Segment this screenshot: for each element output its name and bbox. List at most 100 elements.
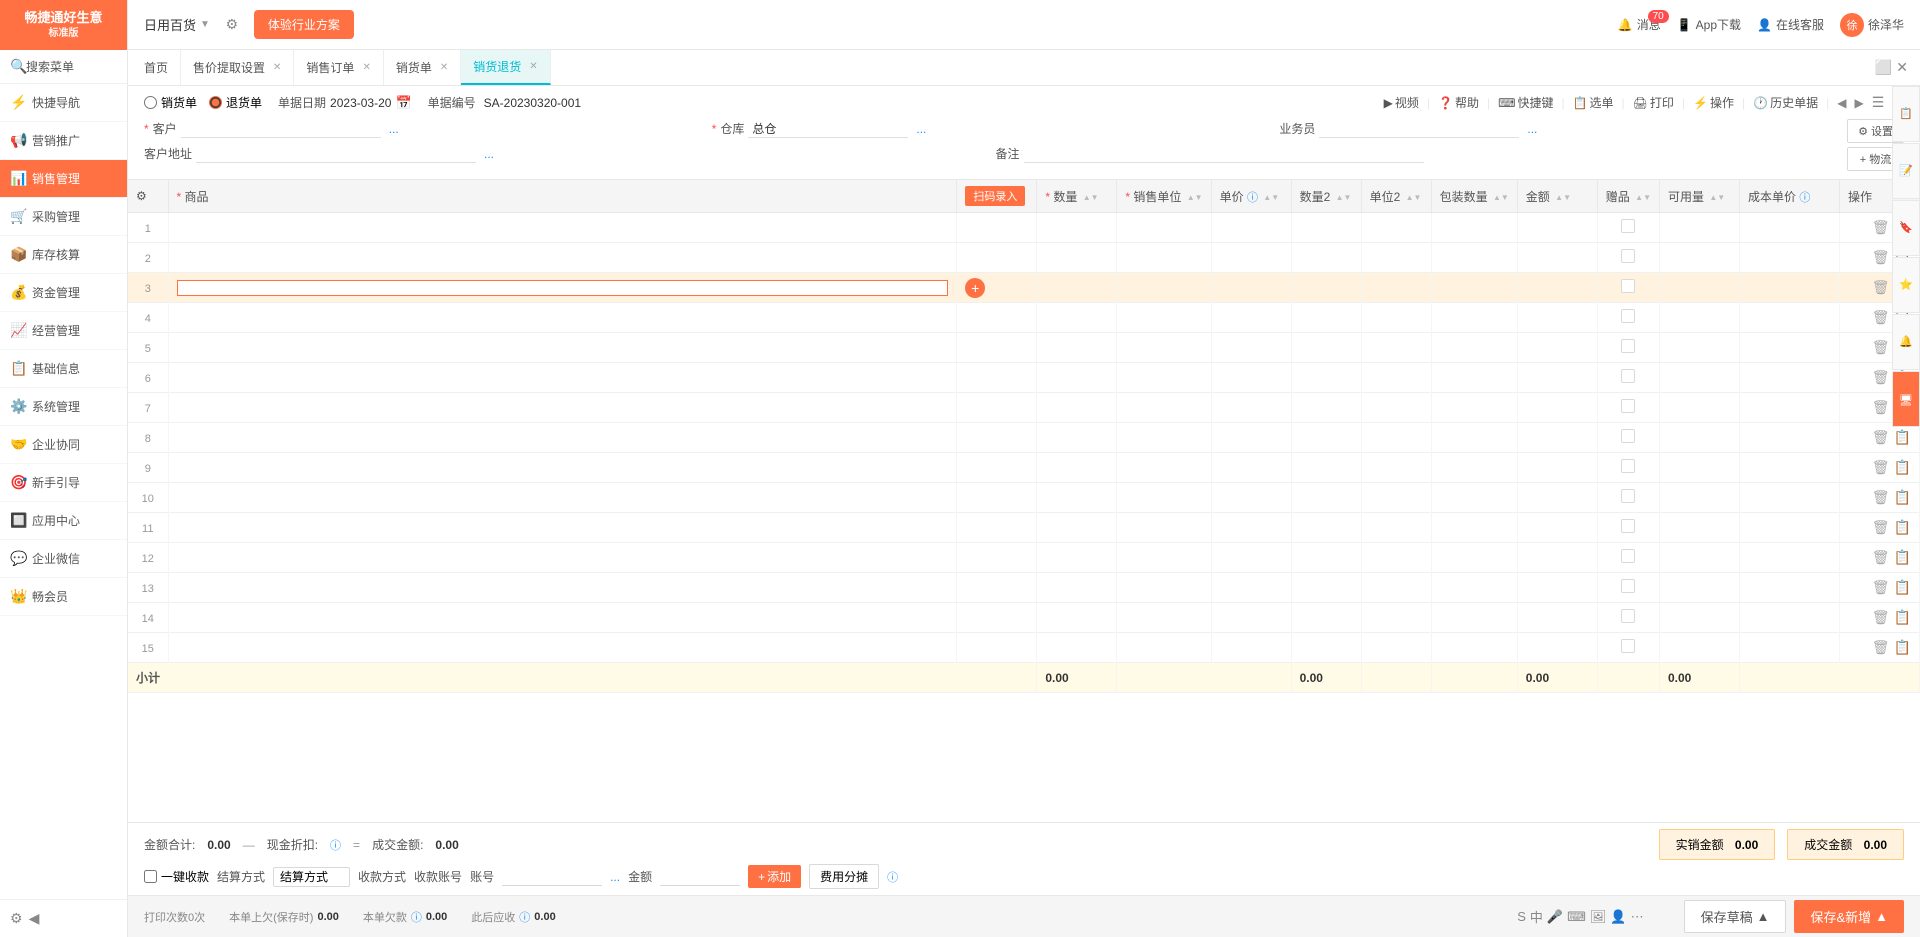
goods-input-15[interactable]: [177, 641, 949, 655]
row-available-cell[interactable]: [1660, 303, 1740, 333]
print-btn[interactable]: 🖨 打印: [1633, 94, 1674, 111]
qty-input-5[interactable]: [1045, 341, 1108, 355]
tab-close-price-extract[interactable]: ✕: [273, 62, 281, 73]
customer-input[interactable]: [181, 119, 381, 138]
amount-input-8[interactable]: [1526, 431, 1589, 445]
row-qty2-cell[interactable]: [1291, 363, 1361, 393]
row-unit2-cell[interactable]: [1361, 333, 1431, 363]
gift-checkbox-6[interactable]: [1621, 369, 1635, 383]
tab-close-sales-delivery[interactable]: ✕: [440, 62, 448, 73]
row-qty-cell[interactable]: [1037, 633, 1117, 663]
unit-price-input-10[interactable]: [1220, 491, 1283, 505]
pack-qty-input-15[interactable]: [1440, 641, 1509, 655]
row-goods-cell[interactable]: [168, 513, 957, 543]
row-qty2-cell[interactable]: [1291, 423, 1361, 453]
unit2-input-9[interactable]: [1370, 461, 1423, 475]
row-amount-cell[interactable]: [1517, 273, 1597, 303]
pack-qty-input-9[interactable]: [1440, 461, 1509, 475]
sales-unit-input-7[interactable]: [1125, 401, 1202, 415]
far-right-icon-5[interactable]: 🔔: [1892, 314, 1920, 370]
row-qty2-cell[interactable]: [1291, 453, 1361, 483]
qty2-input-15[interactable]: [1300, 641, 1353, 655]
copy-row-btn-12[interactable]: 📋: [1894, 549, 1911, 566]
sidebar-item-wechat[interactable]: 💬 企业微信: [0, 540, 127, 578]
unit2-input-1[interactable]: [1370, 221, 1423, 235]
video-btn[interactable]: ▶ 视频: [1384, 94, 1419, 111]
close-tab-icon[interactable]: ✕: [1896, 59, 1908, 76]
cost-unit-input-12[interactable]: [1748, 551, 1831, 565]
qty-input-8[interactable]: [1045, 431, 1108, 445]
row-goods-cell[interactable]: [168, 303, 957, 333]
more-icon[interactable]: ⋯: [1631, 909, 1644, 925]
row-pack-qty-cell[interactable]: [1431, 513, 1517, 543]
sales-unit-input-9[interactable]: [1125, 461, 1202, 475]
row-available-cell[interactable]: [1660, 243, 1740, 273]
row-gift-cell[interactable]: [1597, 483, 1659, 513]
salesman-select-btn[interactable]: ...: [1527, 122, 1537, 136]
far-right-icon-3[interactable]: 🔖: [1892, 200, 1920, 256]
row-goods-cell[interactable]: [168, 423, 957, 453]
available-input-13[interactable]: [1668, 581, 1731, 595]
gift-checkbox-4[interactable]: [1621, 309, 1635, 323]
pack-qty-input-5[interactable]: [1440, 341, 1509, 355]
cost-unit-info-icon[interactable]: ⓘ: [1799, 192, 1810, 204]
scan-input-btn[interactable]: 扫码录入: [965, 186, 1025, 206]
col-sales-unit-header[interactable]: * 销售单位 ▲▼: [1117, 180, 1211, 213]
view-list-icon[interactable]: ☰: [1872, 94, 1885, 111]
pack-qty-input-11[interactable]: [1440, 521, 1509, 535]
help-btn[interactable]: ❓ 帮助: [1438, 94, 1479, 111]
row-unit2-cell[interactable]: [1361, 543, 1431, 573]
row-pack-qty-cell[interactable]: [1431, 543, 1517, 573]
sales-unit-input-10[interactable]: [1125, 491, 1202, 505]
far-right-icon-6[interactable]: 🖥: [1892, 371, 1920, 427]
cost-unit-input-2[interactable]: [1748, 251, 1831, 265]
row-amount-cell[interactable]: [1517, 363, 1597, 393]
row-pack-qty-cell[interactable]: [1431, 363, 1517, 393]
row-qty-cell[interactable]: [1037, 543, 1117, 573]
qty2-input-7[interactable]: [1300, 401, 1353, 415]
amount-input-14[interactable]: [1526, 611, 1589, 625]
unit-price-input-14[interactable]: [1220, 611, 1283, 625]
delete-row-btn-8[interactable]: 🗑: [1872, 429, 1890, 446]
copy-row-btn-14[interactable]: 📋: [1894, 609, 1911, 626]
sales-unit-input-6[interactable]: [1125, 371, 1202, 385]
row-available-cell[interactable]: [1660, 603, 1740, 633]
row-available-cell[interactable]: [1660, 453, 1740, 483]
save-draft-button[interactable]: 保存草稿 ▲: [1684, 900, 1787, 933]
mic-icon[interactable]: 🎤: [1547, 909, 1563, 925]
unit2-input-8[interactable]: [1370, 431, 1423, 445]
pack-qty-input-13[interactable]: [1440, 581, 1509, 595]
row-unit2-cell[interactable]: [1361, 363, 1431, 393]
copy-row-btn-10[interactable]: 📋: [1894, 489, 1911, 506]
available-input-1[interactable]: [1668, 221, 1731, 235]
row-sales-unit-cell[interactable]: [1117, 513, 1211, 543]
gift-checkbox-14[interactable]: [1621, 609, 1635, 623]
pack-qty-input-7[interactable]: [1440, 401, 1509, 415]
settle-method-select[interactable]: 结算方式: [273, 867, 350, 887]
pack-qty-input-14[interactable]: [1440, 611, 1509, 625]
row-qty2-cell[interactable]: [1291, 393, 1361, 423]
amount-input-15[interactable]: [1526, 641, 1589, 655]
row-amount-cell[interactable]: [1517, 543, 1597, 573]
row-available-cell[interactable]: [1660, 423, 1740, 453]
available-input-9[interactable]: [1668, 461, 1731, 475]
gift-checkbox-10[interactable]: [1621, 489, 1635, 503]
qty-input-11[interactable]: [1045, 521, 1108, 535]
row-goods-cell[interactable]: [168, 213, 957, 243]
experience-button[interactable]: 体验行业方案: [254, 10, 354, 39]
row-sales-unit-cell[interactable]: [1117, 573, 1211, 603]
row-unit-price-cell[interactable]: [1211, 603, 1291, 633]
row-cost-unit-cell[interactable]: [1740, 603, 1840, 633]
available-input-6[interactable]: [1668, 371, 1731, 385]
row-sales-unit-cell[interactable]: [1117, 243, 1211, 273]
goods-input-3[interactable]: [177, 280, 949, 296]
sidebar-item-inventory[interactable]: 📦 库存核算: [0, 236, 127, 274]
qty-input-2[interactable]: [1045, 251, 1108, 265]
row-gift-cell[interactable]: [1597, 363, 1659, 393]
sidebar-item-sales[interactable]: 📊 销售管理: [0, 160, 127, 198]
qty2-input-6[interactable]: [1300, 371, 1353, 385]
row-amount-cell[interactable]: [1517, 513, 1597, 543]
row-gift-cell[interactable]: [1597, 633, 1659, 663]
calendar-icon[interactable]: 📅: [395, 95, 411, 111]
row-qty-cell[interactable]: [1037, 243, 1117, 273]
